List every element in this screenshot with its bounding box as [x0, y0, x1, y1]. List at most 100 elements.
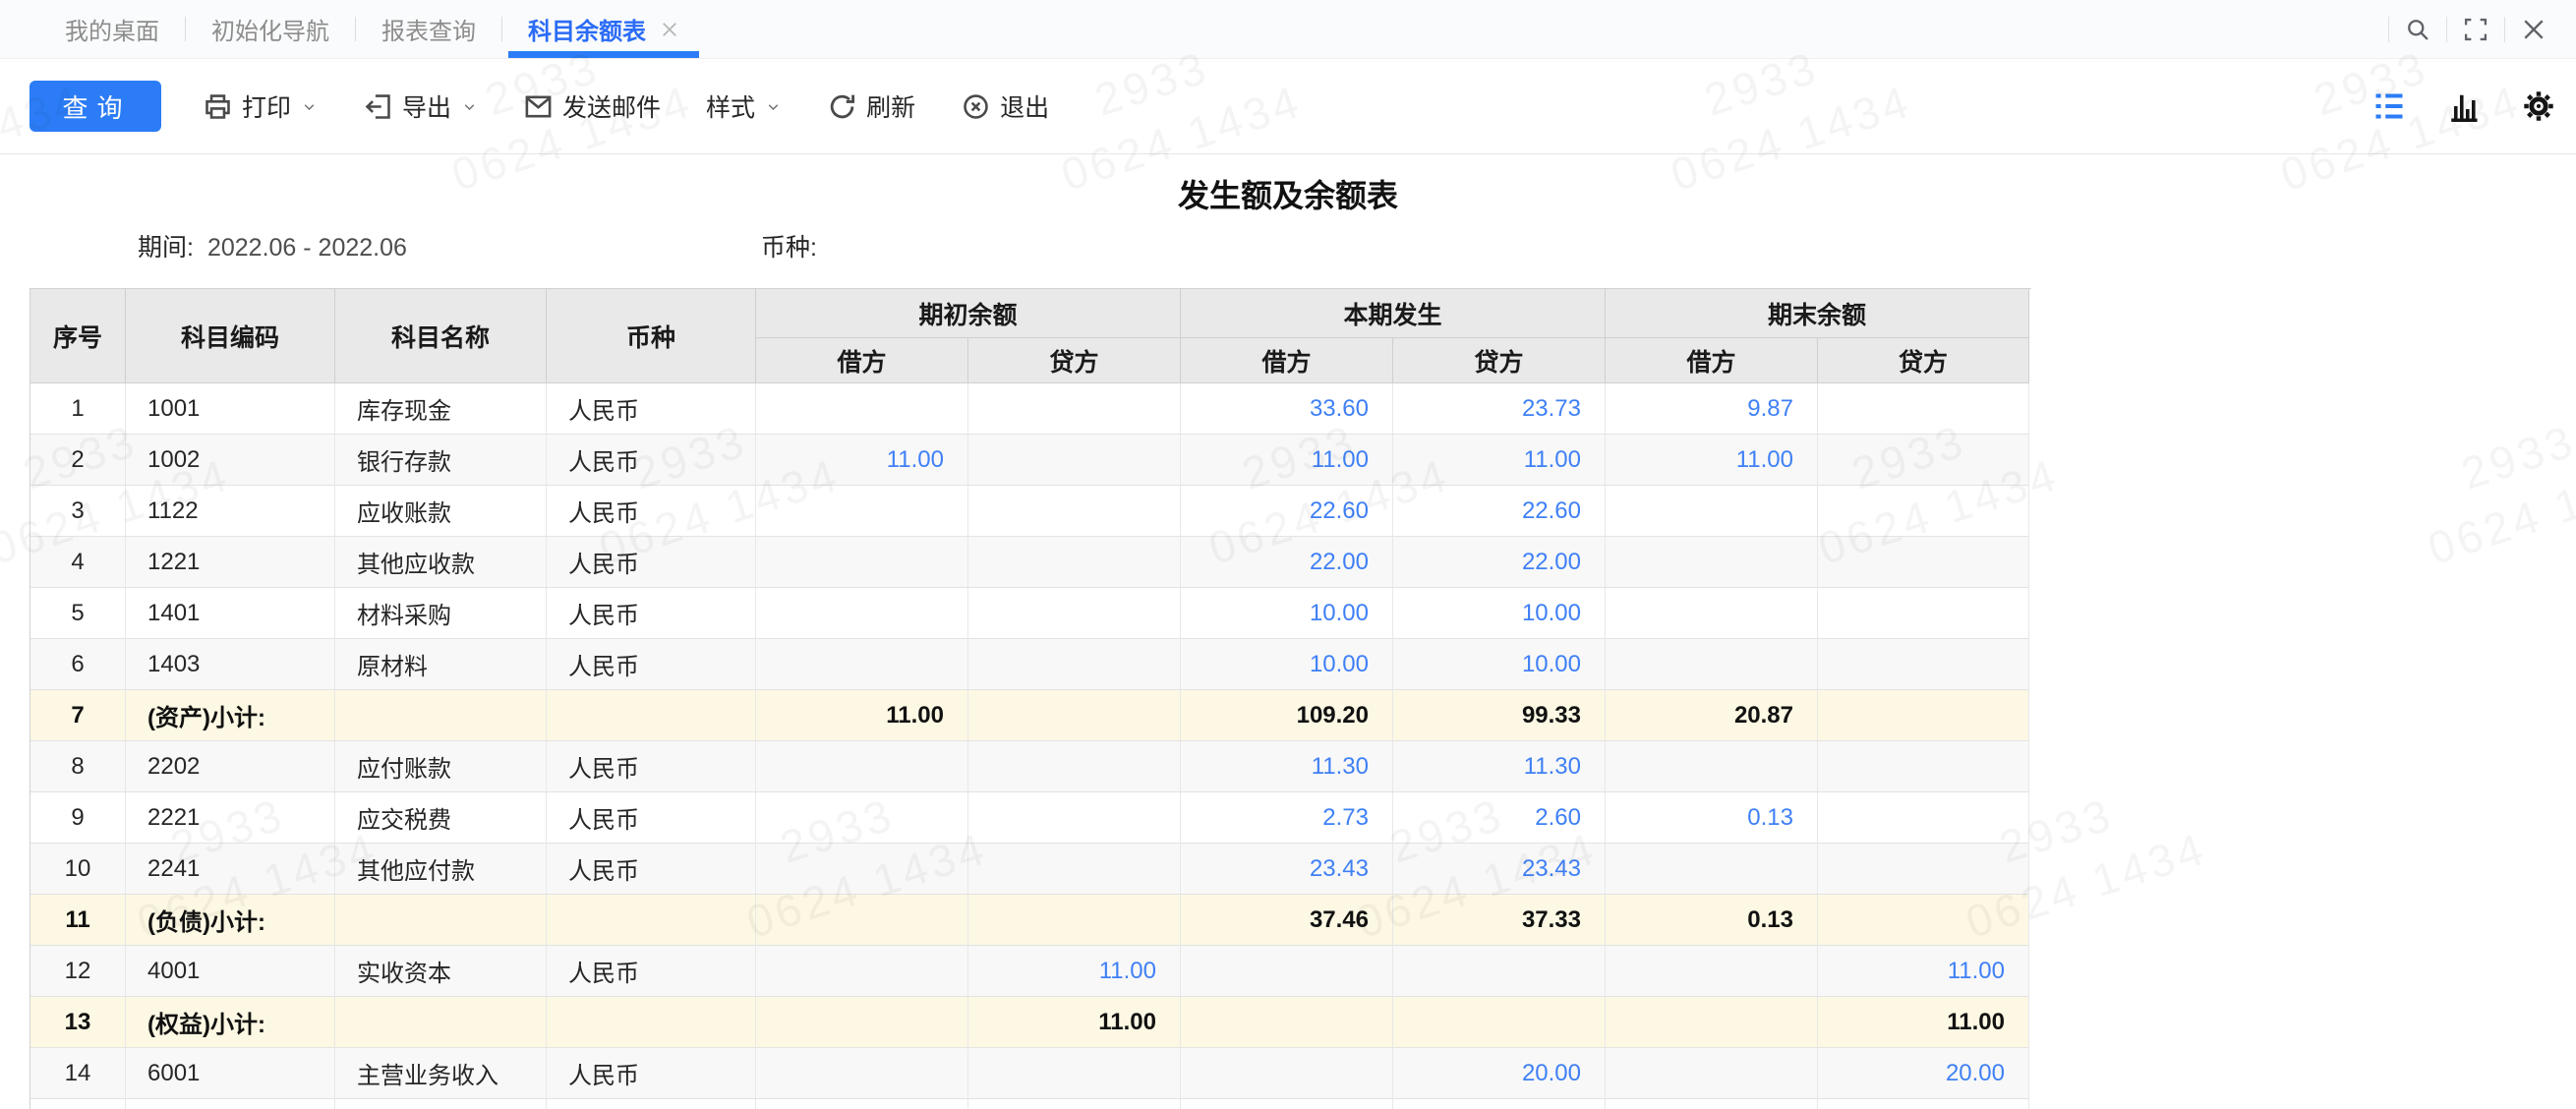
toolbar-item-2[interactable]: 导出 [363, 88, 478, 124]
cell-ending-credit: 11.00 [1818, 997, 2029, 1048]
cell-ending-debit[interactable]: 11.00 [1606, 435, 1818, 486]
cell-currency: 人民币 [547, 435, 756, 486]
cell-current-debit[interactable]: 33.60 [1181, 383, 1393, 435]
cell-current-credit[interactable]: 11.30 [1393, 741, 1606, 792]
cell-current-credit[interactable]: 10.00 [1393, 639, 1606, 690]
cell-code: 2221 [126, 792, 335, 844]
tab-3[interactable]: 报表查询 [356, 0, 501, 58]
cell-currency: 人民币 [547, 537, 756, 588]
cell-current-debit[interactable]: 22.60 [1181, 486, 1393, 537]
list-view-icon[interactable] [2371, 88, 2407, 124]
toolbar-item-6[interactable]: 退出 [961, 88, 1049, 124]
toolbar-item-4[interactable]: 样式 [706, 88, 782, 124]
export-icon [363, 91, 393, 122]
close-icon[interactable] [2505, 0, 2562, 59]
cell-current-debit [1181, 946, 1393, 997]
cell-ending-credit [1818, 895, 2029, 946]
app-window: 我的桌面 初始化导航 报表查询 科目余额表 查询 打印 导出 发送邮件 样式 刷新 退出 发生额… [0, 0, 2576, 1109]
cell-current-credit[interactable]: 20.00 [1393, 1048, 1606, 1099]
tab-4[interactable]: 科目余额表 [502, 0, 705, 58]
toolbar-item-3[interactable]: 发送邮件 [523, 88, 661, 124]
cell-currency: 人民币 [547, 588, 756, 639]
tab-2[interactable]: 初始化导航 [186, 0, 355, 58]
cell-currency: 人民币 [547, 486, 756, 537]
search-icon[interactable] [2389, 0, 2446, 59]
col-group-opening-balance: 期初余额 [756, 289, 1181, 338]
fullscreen-icon[interactable] [2447, 0, 2504, 59]
cell-seq: 12 [30, 946, 126, 997]
cell-opening-debit[interactable]: 11.00 [756, 435, 968, 486]
table-row: 4 1221 其他应收款 人民币 22.00 22.00 [30, 537, 2031, 588]
col-header-ending-credit: 贷方 [1818, 338, 2029, 383]
cell-opening-debit [756, 844, 968, 895]
bar-chart-icon[interactable] [2446, 88, 2482, 124]
cell-currency: 人民币 [547, 383, 756, 435]
cell-ending-credit [1818, 435, 2029, 486]
cell-ending-debit[interactable]: 9.87 [1606, 383, 1818, 435]
cell-name: 库存现金 [335, 383, 547, 435]
cell-ending-debit[interactable]: 0.13 [1606, 792, 1818, 844]
cell-current-credit: 37.33 [1393, 895, 1606, 946]
cell-opening-credit[interactable]: 11.00 [968, 946, 1181, 997]
exit-icon [961, 91, 991, 122]
cell-opening-debit [756, 1099, 968, 1109]
cell-current-credit[interactable]: 10.00 [1393, 588, 1606, 639]
table-row: 8 2202 应付账款 人民币 11.30 11.30 [30, 741, 2031, 792]
cell-ending-debit [1606, 741, 1818, 792]
col-group-ending-balance: 期末余额 [1606, 289, 2029, 338]
col-header-ending-debit: 借方 [1606, 338, 1818, 383]
cell-current-debit[interactable]: 11.30 [1181, 741, 1393, 792]
cell-opening-credit: 11.00 [968, 997, 1181, 1048]
cell-currency: 人民币 [547, 844, 756, 895]
cell-name: 其他应付款 [335, 844, 547, 895]
table-row: 6 1403 原材料 人民币 10.00 10.00 [30, 639, 2031, 690]
cell-opening-debit [756, 741, 968, 792]
col-header-opening-credit: 贷方 [968, 338, 1181, 383]
table-body: 1 1001 库存现金 人民币 33.60 23.73 9.87 2 1002 银行存款 人民币 11… [30, 383, 2031, 1109]
tab-1[interactable]: 我的桌面 [39, 0, 185, 58]
cell-current-debit[interactable]: 2.73 [1181, 792, 1393, 844]
tab-close-icon[interactable] [660, 20, 679, 39]
cell-name: 银行存款 [335, 435, 547, 486]
cell-current-credit[interactable]: 23.73 [1393, 383, 1606, 435]
cell-current-debit[interactable]: 22.00 [1181, 537, 1393, 588]
cell-opening-credit [968, 690, 1181, 741]
cell-name: 材料采购 [335, 588, 547, 639]
col-header-current-credit: 贷方 [1393, 338, 1606, 383]
table-row: 7 (资产)小计: 11.00 109.20 99.33 20.87 [30, 690, 2031, 741]
cell-seq: 11 [30, 895, 126, 946]
cell-opening-credit [968, 844, 1181, 895]
cell-current-debit: 109.20 [1181, 690, 1393, 741]
table-row: 13 (权益)小计: 11.00 11.00 [30, 997, 2031, 1048]
report-meta: 期间: 2022.06 - 2022.06 币种: [0, 228, 2576, 262]
table-row: 12 4001 实收资本 人民币 11.00 11.00 [30, 946, 2031, 997]
tab-label: 科目余额表 [528, 19, 646, 45]
cell-currency: 人民币 [547, 639, 756, 690]
cell-current-credit[interactable]: 11.00 [1393, 435, 1606, 486]
query-button[interactable]: 查询 [29, 81, 161, 132]
cell-current-credit [1393, 946, 1606, 997]
cell-current-credit[interactable]: 22.00 [1393, 537, 1606, 588]
cell-opening-credit [968, 486, 1181, 537]
cell-current-debit[interactable]: 11.00 [1181, 435, 1393, 486]
mail-icon [523, 91, 554, 122]
gear-icon[interactable] [2521, 88, 2556, 124]
cell-current-credit[interactable]: 2.60 [1393, 792, 1606, 844]
view-toggle-icons [2371, 88, 2576, 124]
cell-seq: 6 [30, 639, 126, 690]
cell-opening-debit [756, 588, 968, 639]
chevron-down-icon [765, 98, 782, 115]
cell-current-credit[interactable]: 23.43 [1393, 844, 1606, 895]
cell-ending-credit[interactable]: 20.00 [1818, 1048, 2029, 1099]
cell-current-debit[interactable]: 10.00 [1181, 588, 1393, 639]
cell-ending-credit [1818, 741, 2029, 792]
tab-label: 报表查询 [381, 19, 476, 45]
toolbar-item-1[interactable]: 打印 [203, 88, 318, 124]
cell-current-debit[interactable]: 23.43 [1181, 844, 1393, 895]
cell-current-credit[interactable]: 22.60 [1393, 486, 1606, 537]
cell-ending-credit[interactable]: 11.00 [1818, 946, 2029, 997]
cell-current-debit[interactable]: 10.00 [1181, 639, 1393, 690]
cell-current-credit [1393, 997, 1606, 1048]
cell-ending-credit [1818, 537, 2029, 588]
toolbar-item-5[interactable]: 刷新 [827, 88, 915, 124]
